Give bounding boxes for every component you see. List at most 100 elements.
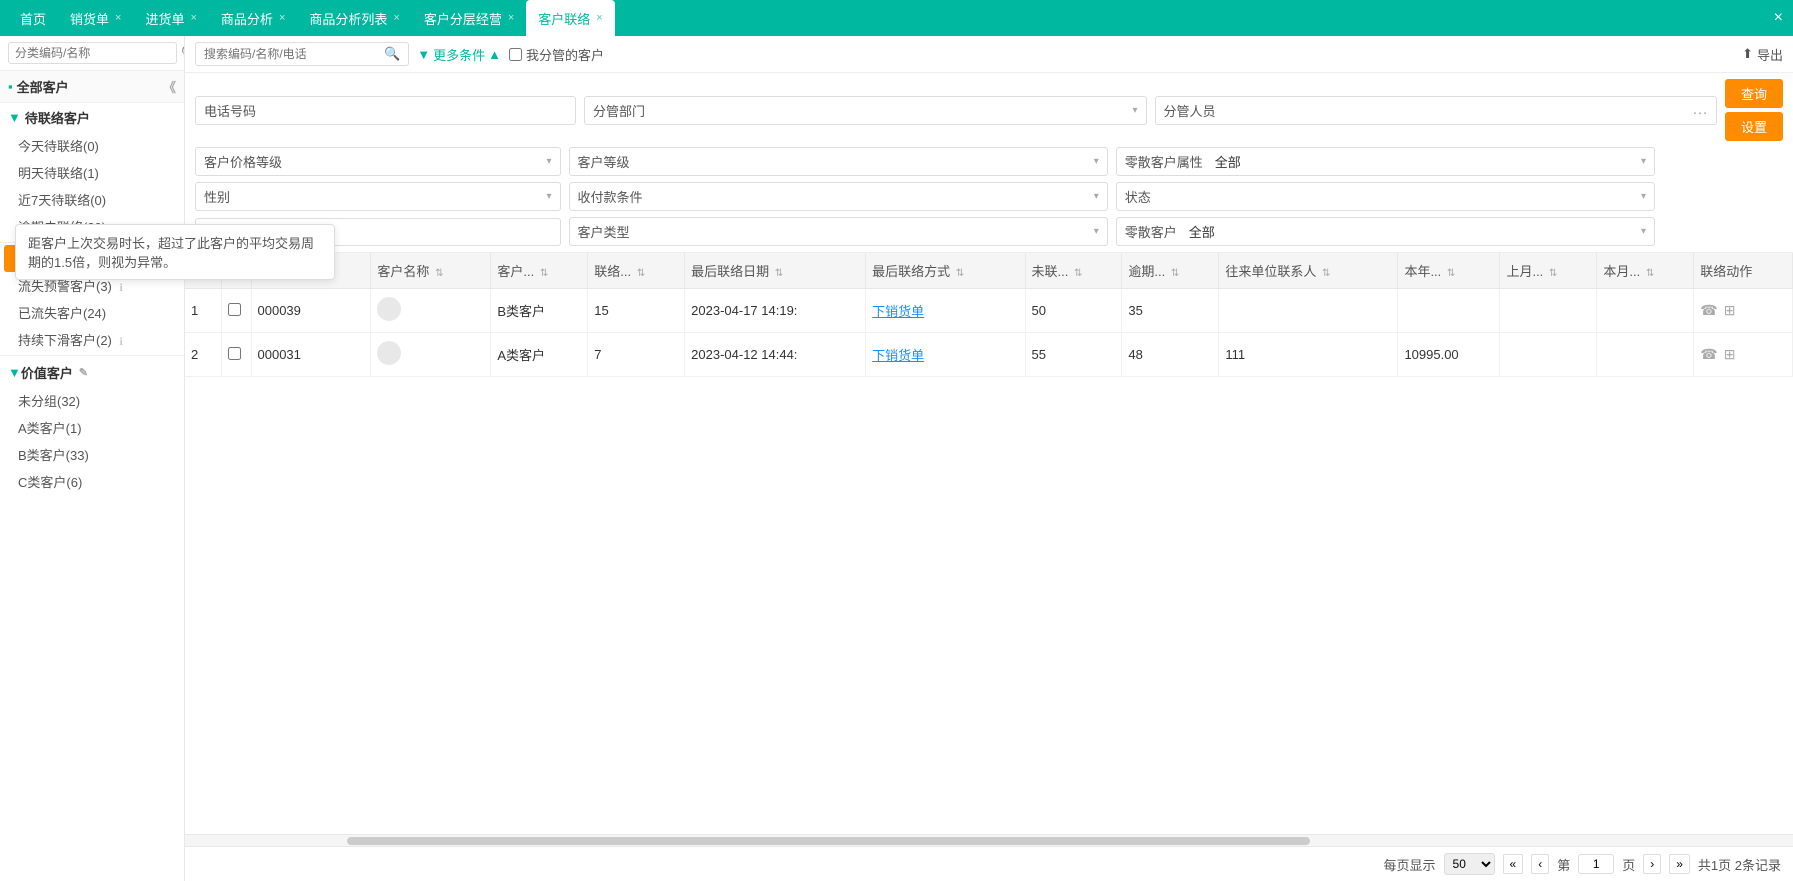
prev-page-btn[interactable]: ‹ [1531,854,1549,874]
sort-last-method-icon[interactable]: ⇅ [956,268,964,279]
sidebar-item-tomorrow[interactable]: 明天待联络(1) [0,159,184,186]
contact-icon-2[interactable]: ☎ [1700,346,1717,363]
sidebar-item-a-class[interactable]: A类客户(1) [0,414,184,441]
sort-this-year-icon[interactable]: ⇅ [1447,268,1455,279]
next-page-btn[interactable]: › [1643,854,1661,874]
td-unreached-1: 50 [1025,289,1122,333]
content-area: 🔍 ▼ 更多条件 ▲ 我分管的客户 ⬆ 导出 电话号码 [185,36,1793,881]
advanced-filters: 电话号码 分管部门 ▾ 分管人员 … 查询 设置 客户价格等级 ▾ [185,73,1793,253]
sidebar-item-churned[interactable]: 已流失客户(24) [0,299,184,326]
export-icon: ⬆ [1742,46,1753,62]
nav-close-sales[interactable]: × [115,12,121,24]
first-page-btn[interactable]: « [1503,854,1524,874]
customer-level-dropdown-icon: ▾ [1094,156,1099,167]
sidebar-group-pending[interactable]: ▼ 待联络客户 [0,103,184,132]
th-action: 联络动作 [1694,253,1793,289]
sidebar-item-b-class[interactable]: B类客户(33) [0,441,184,468]
filter-customer-price[interactable]: 客户价格等级 ▾ [195,147,561,176]
sidebar-group-value-edit[interactable]: ✎ [79,366,88,379]
my-customers-checkbox[interactable]: 我分管的客户 [509,45,604,64]
sidebar-group-value[interactable]: ▼ 价值客户 ✎ [0,358,184,387]
payment-dropdown-icon: ▾ [1094,191,1099,202]
nav-close-customer-contact[interactable]: × [596,12,602,24]
nav-close-purchase[interactable]: × [190,12,196,24]
table-area: ⚙ 客户编码 ⇅ 客户名称 ⇅ 客户... ⇅ [185,253,1793,834]
gender-dropdown-icon: ▾ [546,191,551,202]
sidebar-item-ungroup[interactable]: 未分组(32) [0,387,184,414]
td-check-2[interactable] [221,333,251,377]
td-last-month-1 [1500,289,1597,333]
nav-close-analysis-list[interactable]: × [393,12,399,24]
nav-close-customer-segment[interactable]: × [508,12,514,24]
sort-type-icon[interactable]: ⇅ [540,268,548,279]
table-row: 2 000031 A类客户 7 2023-04-12 14:44: 下销货单 5… [185,333,1793,377]
row-check-2[interactable] [228,347,241,360]
page-number-input[interactable] [1578,854,1614,874]
nav-close-analysis[interactable]: × [279,12,285,24]
query-button[interactable]: 查询 [1725,79,1783,108]
my-customers-check[interactable] [509,48,522,61]
sort-last-month-icon[interactable]: ⇅ [1549,268,1557,279]
filter-customer-type[interactable]: 客户类型 ▾ [569,217,1108,246]
sidebar-item-7days[interactable]: 近7天待联络(0) [0,186,184,213]
more-action-icon-2[interactable]: ⊞ [1724,346,1736,363]
td-seq-2: 2 [185,333,221,377]
customer-price-dropdown-icon: ▾ [546,156,551,167]
sort-name-icon[interactable]: ⇅ [435,268,443,279]
filter-dept[interactable]: 分管部门 ▾ [584,96,1147,125]
td-contact-1: 15 [588,289,685,333]
filter-search-icon[interactable]: 🔍 [384,46,400,62]
row-check-1[interactable] [228,303,241,316]
sort-company-contact-icon[interactable]: ⇅ [1322,268,1330,279]
sidebar-all-customers-header[interactable]: ▪ 全部客户 《 [0,71,184,103]
more-conditions-btn[interactable]: ▼ 更多条件 ▲ [417,45,501,64]
sidebar-item-c-class[interactable]: C类客户(6) [0,468,184,495]
info-icon-churn: ℹ [119,283,123,294]
nav-item-analysis-list[interactable]: 商品分析列表 × [297,0,411,36]
td-last-method-2[interactable]: 下销货单 [866,333,1025,377]
filter-person[interactable]: 分管人员 … [1155,96,1718,125]
last-method-link-1[interactable]: 下销货单 [872,304,924,319]
last-page-btn[interactable]: » [1669,854,1690,874]
filter-status[interactable]: 状态 ▾ [1116,182,1655,211]
sidebar-search-input[interactable] [8,42,177,64]
action-icons-2: ☎ ⊞ [1700,346,1786,363]
nav-item-customer-contact[interactable]: 客户联络 × [526,0,614,36]
sidebar-collapse-icon[interactable]: 《 [163,77,176,96]
filter-search-input[interactable] [204,47,384,61]
horizontal-scroll-thumb[interactable] [347,837,1309,845]
sort-overdue-icon[interactable]: ⇅ [1171,268,1179,279]
filter-retail-customer[interactable]: 零散客户 全部 ▾ [1116,217,1655,246]
nav-item-sales[interactable]: 销货单 × [58,0,133,36]
export-button[interactable]: ⬆ 导出 [1742,45,1783,64]
td-last-method-1[interactable]: 下销货单 [866,289,1025,333]
page-suffix: 页 [1622,855,1635,874]
sidebar-item-declining[interactable]: 持续下滑客户(2) ℹ [0,326,184,353]
nav-item-purchase[interactable]: 进货单 × [133,0,208,36]
nav-item-customer-segment[interactable]: 客户分层经营 × [412,0,526,36]
sidebar-item-today[interactable]: 今天待联络(0) [0,132,184,159]
more-action-icon-1[interactable]: ⊞ [1724,302,1736,319]
settings-button[interactable]: 设置 [1725,112,1783,141]
td-name-2 [371,333,491,377]
person-more-icon[interactable]: … [1692,102,1708,118]
nav-item-analysis[interactable]: 商品分析 × [209,0,297,36]
sort-contact-icon[interactable]: ⇅ [637,268,645,279]
close-all-tabs-icon[interactable]: × [1774,9,1783,27]
filter-retail-attr[interactable]: 零散客户属性 全部 ▾ [1116,147,1655,176]
filter-row-4: ... 客户类型 ▾ 零散客户 全部 ▾ [195,217,1783,246]
td-check-1[interactable] [221,289,251,333]
filter-customer-level[interactable]: 客户等级 ▾ [569,147,1108,176]
filter-gender[interactable]: 性别 ▾ [195,182,561,211]
filter-payment[interactable]: 收付款条件 ▾ [569,182,1108,211]
nav-item-home[interactable]: 首页 [8,0,58,36]
sort-unreached-icon[interactable]: ⇅ [1074,268,1082,279]
filter-phone[interactable]: 电话号码 [195,96,576,125]
sort-this-month-icon[interactable]: ⇅ [1646,268,1654,279]
contact-icon-1[interactable]: ☎ [1700,302,1717,319]
horizontal-scroll-area[interactable] [185,834,1793,846]
dept-dropdown-icon: ▾ [1132,105,1137,116]
per-page-select[interactable]: 50 20 100 [1444,853,1495,875]
sort-last-date-icon[interactable]: ⇅ [775,268,783,279]
last-method-link-2[interactable]: 下销货单 [872,348,924,363]
